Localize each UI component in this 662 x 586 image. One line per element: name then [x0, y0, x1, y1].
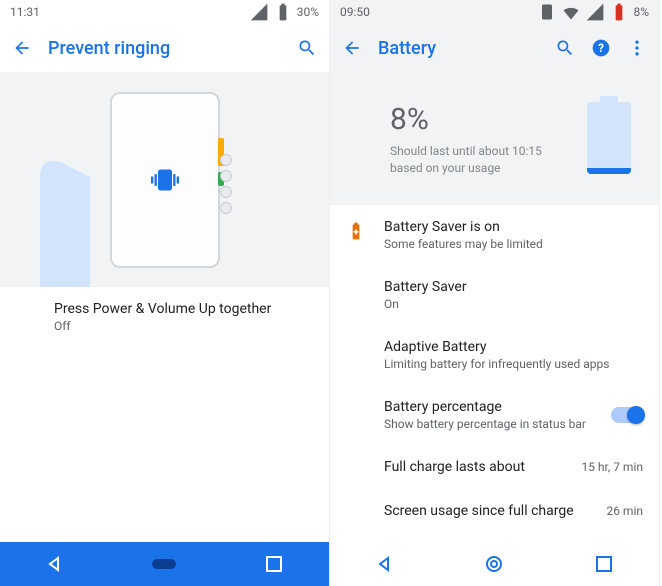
nav-home-icon[interactable]	[152, 552, 176, 576]
app-bar: Battery ?	[330, 24, 659, 72]
signal-icon	[249, 2, 269, 22]
vibrate-icon	[151, 166, 179, 194]
content: Press Power & Volume Up together Off	[0, 72, 329, 542]
back-icon[interactable]	[12, 38, 32, 58]
battery-icon	[273, 2, 293, 22]
item-primary: Press Power & Volume Up together	[54, 301, 313, 317]
page-title: Battery	[378, 38, 539, 59]
back-icon[interactable]	[342, 38, 362, 58]
nav-bar	[0, 542, 329, 586]
illustration	[0, 72, 329, 287]
battery-hero: 8% Should last until about 10:15 based o…	[330, 72, 659, 205]
app-bar: Prevent ringing	[0, 24, 329, 72]
status-bar: 09:50 8%	[330, 0, 659, 24]
hand-icon	[30, 137, 100, 287]
full-charge-item[interactable]: Full charge lasts about 15 hr, 7 min	[330, 445, 659, 489]
status-battery-pct: 8%	[633, 5, 649, 19]
adaptive-battery-item[interactable]: Adaptive Battery Limiting battery for in…	[330, 325, 659, 385]
info-note: Battery usage data is approximate and ca…	[330, 533, 659, 542]
item-trailing: 15 hr, 7 min	[581, 460, 643, 474]
status-time: 09:50	[340, 5, 370, 19]
info-icon	[346, 541, 366, 542]
nav-back-icon[interactable]	[43, 552, 67, 576]
nav-bar	[330, 542, 659, 586]
item-trailing: 26 min	[606, 504, 643, 518]
svg-text:?: ?	[598, 41, 604, 55]
item-secondary: Off	[54, 319, 313, 333]
phone-battery: 09:50 8% Battery ? 8% Should last until …	[330, 0, 660, 586]
battery-percentage-item[interactable]: Battery percentage Show battery percenta…	[330, 385, 659, 445]
item-primary: Adaptive Battery	[384, 339, 643, 355]
wifi-icon	[561, 2, 581, 22]
phone-prevent-ringing: 11:31 30% Prevent ringing Press Power & …	[0, 0, 330, 586]
item-primary: Battery Saver is on	[384, 219, 643, 235]
prevent-ringing-item[interactable]: Press Power & Volume Up together Off	[0, 287, 329, 347]
item-secondary: On	[384, 297, 643, 311]
battery-estimate: Should last until about 10:15 based on y…	[390, 143, 570, 177]
screen-usage-item[interactable]: Screen usage since full charge 26 min	[330, 489, 659, 533]
search-icon[interactable]	[555, 38, 575, 58]
vibrate-status-icon	[537, 2, 557, 22]
nav-back-icon[interactable]	[373, 552, 397, 576]
battery-icon	[609, 2, 629, 22]
item-secondary: Show battery percentage in status bar	[384, 417, 643, 431]
item-primary: Battery Saver	[384, 279, 643, 295]
content: 8% Should last until about 10:15 based o…	[330, 72, 659, 542]
item-primary: Battery percentage	[384, 399, 643, 415]
search-icon[interactable]	[297, 38, 317, 58]
battery-saver-icon	[346, 221, 366, 241]
toggle-switch[interactable]	[611, 407, 643, 423]
device-outline	[110, 92, 220, 268]
overflow-icon[interactable]	[627, 38, 647, 58]
status-time: 11:31	[10, 5, 40, 19]
status-battery-pct: 30%	[297, 5, 319, 19]
item-secondary: Some features may be limited	[384, 237, 643, 251]
help-icon[interactable]: ?	[591, 38, 611, 58]
battery-saver-alert[interactable]: Battery Saver is on Some features may be…	[330, 205, 659, 265]
battery-saver-item[interactable]: Battery Saver On	[330, 265, 659, 325]
item-primary: Screen usage since full charge	[384, 503, 643, 519]
status-bar: 11:31 30%	[0, 0, 329, 24]
nav-recents-icon[interactable]	[592, 552, 616, 576]
item-secondary: Limiting battery for infrequently used a…	[384, 357, 643, 371]
signal-icon	[585, 2, 605, 22]
page-title: Prevent ringing	[48, 38, 281, 59]
battery-large-icon	[587, 96, 631, 174]
nav-recents-icon[interactable]	[262, 552, 286, 576]
nav-home-icon[interactable]	[482, 552, 506, 576]
fingers-icon	[220, 154, 232, 218]
